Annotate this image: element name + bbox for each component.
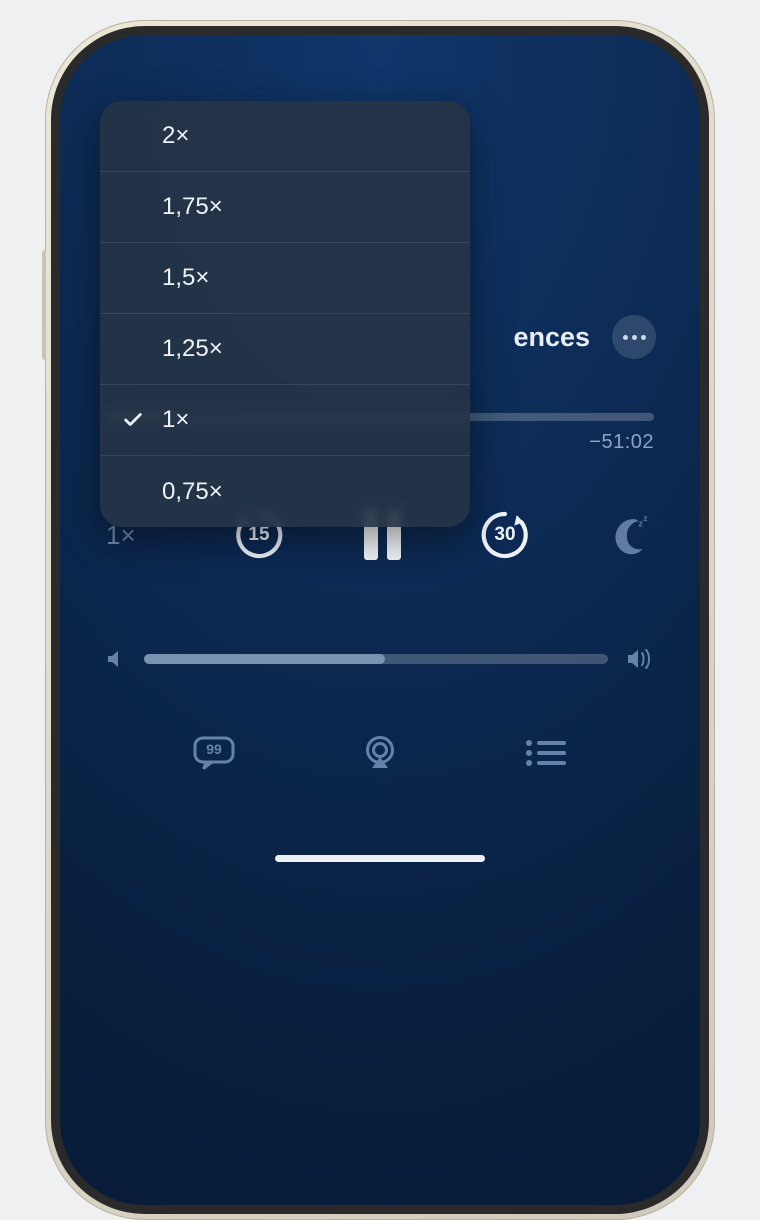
airplay-icon: [359, 735, 401, 771]
episode-title-fragment: ences: [513, 322, 590, 353]
skip-forward-seconds-label: 30: [477, 507, 533, 563]
airplay-button[interactable]: [359, 735, 401, 771]
more-button[interactable]: [612, 315, 656, 359]
speed-option[interactable]: 0,75×: [100, 456, 470, 527]
speed-option[interactable]: 1,75×: [100, 172, 470, 243]
chapters-button[interactable]: 99: [192, 735, 236, 771]
moon-icon: z z: [612, 514, 654, 556]
playback-speed-menu: 2× 1,75× 1,5× 1,25× 1× 0,75×: [100, 101, 470, 527]
speed-option[interactable]: 2×: [100, 101, 470, 172]
svg-text:z: z: [644, 514, 648, 523]
home-indicator[interactable]: [275, 855, 485, 862]
phone-frame: ences −51:02 1×: [45, 20, 715, 1220]
ellipsis-icon: [623, 335, 628, 340]
speed-option[interactable]: 1,25×: [100, 314, 470, 385]
quote-bubble-icon: 99: [192, 735, 236, 771]
speed-option-label: 1,5×: [162, 264, 209, 292]
skip-forward-button[interactable]: 30: [477, 507, 533, 563]
speed-option-label: 2×: [162, 122, 189, 150]
volume-low-icon: [106, 648, 126, 670]
volume-high-icon: [626, 647, 654, 671]
svg-text:z: z: [638, 518, 643, 529]
svg-text:99: 99: [206, 741, 222, 757]
speed-option[interactable]: 1,5×: [100, 243, 470, 314]
volume-row: [106, 647, 654, 671]
check-icon: [122, 409, 144, 431]
speed-option-label: 1×: [162, 406, 189, 434]
now-playing-screen: ences −51:02 1×: [60, 35, 700, 1205]
list-icon: [524, 738, 568, 768]
time-remaining-label: −51:02: [589, 431, 654, 454]
speed-option[interactable]: 1×: [100, 385, 470, 456]
volume-fill: [144, 654, 385, 664]
speed-option-label: 1,75×: [162, 193, 223, 221]
speed-option-label: 1,25×: [162, 335, 223, 363]
volume-slider[interactable]: [144, 654, 608, 664]
sleep-timer-button[interactable]: z z: [598, 514, 654, 556]
bottom-action-row: 99: [60, 735, 700, 771]
speed-option-label: 0,75×: [162, 478, 223, 506]
queue-button[interactable]: [524, 738, 568, 768]
phone-bezel: ences −51:02 1×: [51, 26, 709, 1214]
